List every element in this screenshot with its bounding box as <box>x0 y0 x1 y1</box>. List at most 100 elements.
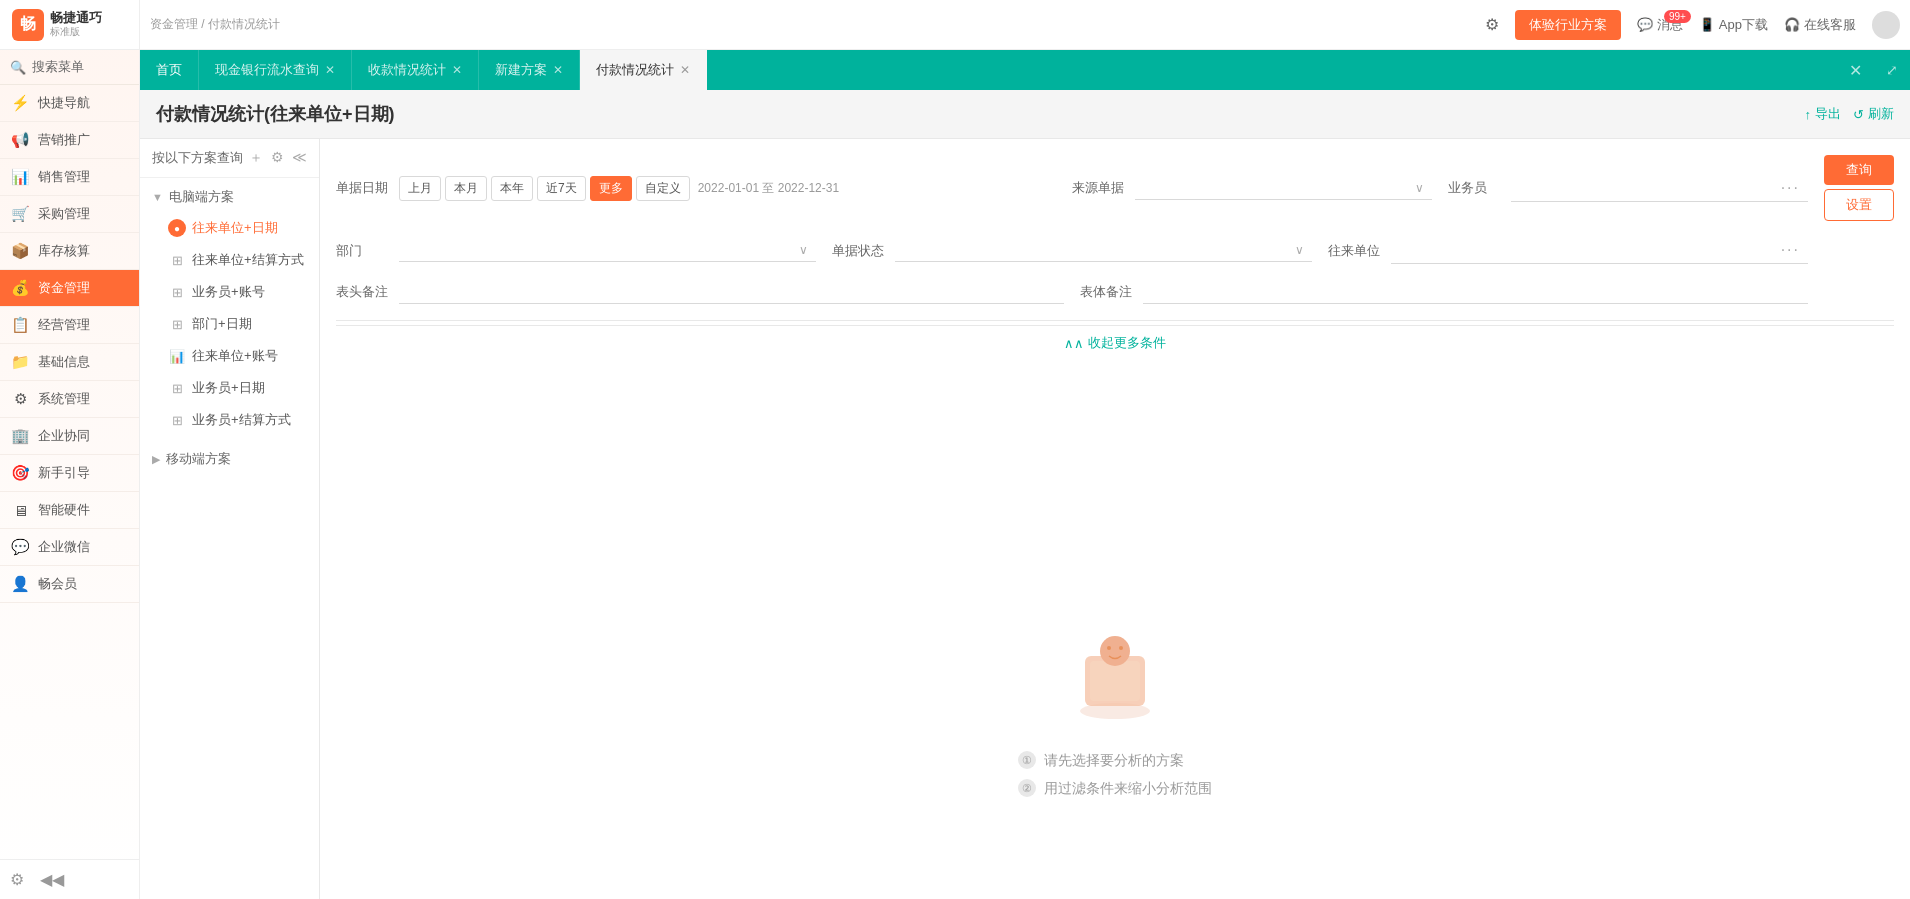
last-month-btn[interactable]: 上月 <box>399 176 441 201</box>
sidebar-item-capital[interactable]: 💰 资金管理 <box>0 270 139 307</box>
chart-icon: 📊 <box>168 347 186 365</box>
sidebar-item-quick-nav[interactable]: ⚡ 快捷导航 <box>0 85 139 122</box>
collapse-sidebar-icon[interactable]: ◀◀ <box>40 870 64 889</box>
sidebar-item-label: 智能硬件 <box>38 501 90 519</box>
sidebar-item-label: 库存核算 <box>38 242 90 260</box>
nav-tab-label: 现金银行流水查询 <box>215 61 319 79</box>
close-tab-bank-flow[interactable]: ✕ <box>325 63 335 77</box>
sidebar-item-operation[interactable]: 📋 经营管理 <box>0 307 139 344</box>
active-scheme-icon: ● <box>168 219 186 237</box>
export-button[interactable]: ↑ 导出 <box>1805 105 1842 123</box>
nav-tabs-right: ✕ ⤢ <box>1837 50 1910 90</box>
table-body-note-input[interactable] <box>1143 280 1808 304</box>
filter-row-1: 单据日期 上月 本月 本年 近7天 更多 自定义 2022-01-01 至 20… <box>336 155 1894 221</box>
related-unit-more-icon[interactable]: ··· <box>1781 241 1800 259</box>
sidebar-item-label: 资金管理 <box>38 279 90 297</box>
manage-scheme-icon[interactable]: ⚙ <box>271 149 284 167</box>
sidebar-item-purchase[interactable]: 🛒 采购管理 <box>0 196 139 233</box>
enterprise-icon: 🏢 <box>10 426 30 446</box>
sidebar-item-label: 新手引导 <box>38 464 90 482</box>
voucher-status-select[interactable]: ∨ <box>895 239 1312 262</box>
mobile-section-header[interactable]: ▶ 移动端方案 <box>140 444 319 474</box>
sidebar-logo: 畅 畅捷通巧 标准版 <box>0 0 139 50</box>
sidebar-item-system[interactable]: ⚙ 系统管理 <box>0 381 139 418</box>
source-select[interactable]: ∨ <box>1135 177 1432 200</box>
scheme-item-dept-date[interactable]: ⊞部门+日期 <box>140 308 319 340</box>
close-tab-receipt-stats[interactable]: ✕ <box>452 63 462 77</box>
staff-select[interactable]: ··· <box>1511 175 1808 202</box>
query-button[interactable]: 查询 <box>1824 155 1894 185</box>
filter-row-2: 部门 ∨ 单据状态 ∨ 往来单位 <box>336 237 1894 264</box>
related-unit-select[interactable]: ··· <box>1391 237 1808 264</box>
page-title: 付款情况统计(往来单位+日期) <box>156 102 1805 126</box>
topbar-settings-icon[interactable]: ⚙ <box>1485 15 1499 34</box>
sidebar-item-wechat[interactable]: 💬 企业微信 <box>0 529 139 566</box>
collapse-filter-btn[interactable]: ∧∧ 收起更多条件 <box>336 325 1894 360</box>
desktop-section-header[interactable]: ▼ 电脑端方案 <box>140 182 319 212</box>
sidebar-item-hardware[interactable]: 🖥 智能硬件 <box>0 492 139 529</box>
table-head-note-input[interactable] <box>399 280 1064 304</box>
trial-button[interactable]: 体验行业方案 <box>1515 10 1621 40</box>
staff-more-icon[interactable]: ··· <box>1781 179 1800 197</box>
sidebar-item-member[interactable]: 👤 畅会员 <box>0 566 139 603</box>
sidebar-item-label: 营销推广 <box>38 131 90 149</box>
scheme-item-unit-settle[interactable]: ⊞往来单位+结算方式 <box>140 244 319 276</box>
close-tab-new-scheme[interactable]: ✕ <box>553 63 563 77</box>
sidebar-item-guide[interactable]: 🎯 新手引导 <box>0 455 139 492</box>
settings-icon[interactable]: ⚙ <box>10 870 24 889</box>
table-icon: ⊞ <box>168 315 186 333</box>
avatar[interactable] <box>1872 11 1900 39</box>
sidebar-item-label: 畅会员 <box>38 575 77 593</box>
expand-tabs-button[interactable]: ⤢ <box>1874 62 1910 78</box>
nav-tab-bank-flow[interactable]: 现金银行流水查询 ✕ <box>199 50 352 90</box>
export-icon: ↑ <box>1805 107 1812 122</box>
sidebar-item-basic-info[interactable]: 📁 基础信息 <box>0 344 139 381</box>
related-unit-filter: 往来单位 ··· <box>1328 237 1808 264</box>
search-menu[interactable]: 🔍 搜索菜单 <box>0 50 139 85</box>
topbar-actions: ⚙ 体验行业方案 💬 消息 99+ 📱 App下载 🎧 在线客服 <box>1485 10 1900 40</box>
refresh-icon: ↺ <box>1853 107 1864 122</box>
nav-tab-new-scheme[interactable]: 新建方案✕ <box>479 50 580 90</box>
sidebar-item-enterprise[interactable]: 🏢 企业协同 <box>0 418 139 455</box>
scheme-item-label: 业务员+结算方式 <box>192 411 291 429</box>
scheme-item-label: 往来单位+账号 <box>192 347 278 365</box>
system-icon: ⚙ <box>10 389 30 409</box>
scheme-item-unit-date[interactable]: ●往来单位+日期 <box>140 212 319 244</box>
marketing-icon: 📢 <box>10 130 30 150</box>
filter-settings-button[interactable]: 设置 <box>1824 189 1894 221</box>
close-all-tabs-button[interactable]: ✕ <box>1837 61 1874 80</box>
sidebar-item-marketing[interactable]: 📢 营销推广 <box>0 122 139 159</box>
online-service-button[interactable]: 🎧 在线客服 <box>1784 16 1856 34</box>
guide-icon: 🎯 <box>10 463 30 483</box>
nav-tab-receipt-stats[interactable]: 收款情况统计✕ <box>352 50 479 90</box>
svg-rect-2 <box>1090 661 1140 701</box>
sidebar-items: ⚡ 快捷导航 📢 营销推广 📊 销售管理 🛒 采购管理 📦 库存核算 💰 资金管… <box>0 85 139 603</box>
scheme-item-staff-account[interactable]: ⊞业务员+账号 <box>140 276 319 308</box>
nav-tab-home[interactable]: 首页 <box>140 50 199 90</box>
scheme-item-unit-account[interactable]: 📊 往来单位+账号 <box>140 340 319 372</box>
sidebar-item-sales[interactable]: 📊 销售管理 <box>0 159 139 196</box>
nav-tab-payment-stats[interactable]: 付款情况统计 ✕ <box>580 50 707 90</box>
scheme-item-staff-settle[interactable]: ⊞业务员+结算方式 <box>140 404 319 436</box>
scheme-item-staff-date[interactable]: ⊞业务员+日期 <box>140 372 319 404</box>
this-month-btn[interactable]: 本月 <box>445 176 487 201</box>
sidebar-item-label: 采购管理 <box>38 205 90 223</box>
service-icon: 🎧 <box>1784 17 1800 32</box>
sidebar-item-label: 经营管理 <box>38 316 90 334</box>
app-download-button[interactable]: 📱 App下载 <box>1699 16 1768 34</box>
this-year-btn[interactable]: 本年 <box>491 176 533 201</box>
nav-tab-label: 付款情况统计 <box>596 61 674 79</box>
sidebar-item-inventory[interactable]: 📦 库存核算 <box>0 233 139 270</box>
message-button[interactable]: 💬 消息 99+ <box>1637 16 1683 34</box>
custom-date-btn[interactable]: 自定义 <box>636 176 690 201</box>
collapse-panel-icon[interactable]: ≪ <box>292 149 307 167</box>
scheme-panel: 按以下方案查询 ＋ ⚙ ≪ ▼ 电脑端方案 ●往来单位+日期⊞往来单位+结算方式… <box>140 139 320 899</box>
add-scheme-icon[interactable]: ＋ <box>249 149 263 167</box>
sidebar-item-label: 快捷导航 <box>38 94 90 112</box>
more-date-btn[interactable]: 更多 <box>590 176 632 201</box>
svg-point-5 <box>1119 646 1123 650</box>
refresh-button[interactable]: ↺ 刷新 <box>1853 105 1894 123</box>
dept-select[interactable]: ∨ <box>399 239 816 262</box>
close-tab-payment-stats[interactable]: ✕ <box>680 63 690 77</box>
last-7days-btn[interactable]: 近7天 <box>537 176 586 201</box>
